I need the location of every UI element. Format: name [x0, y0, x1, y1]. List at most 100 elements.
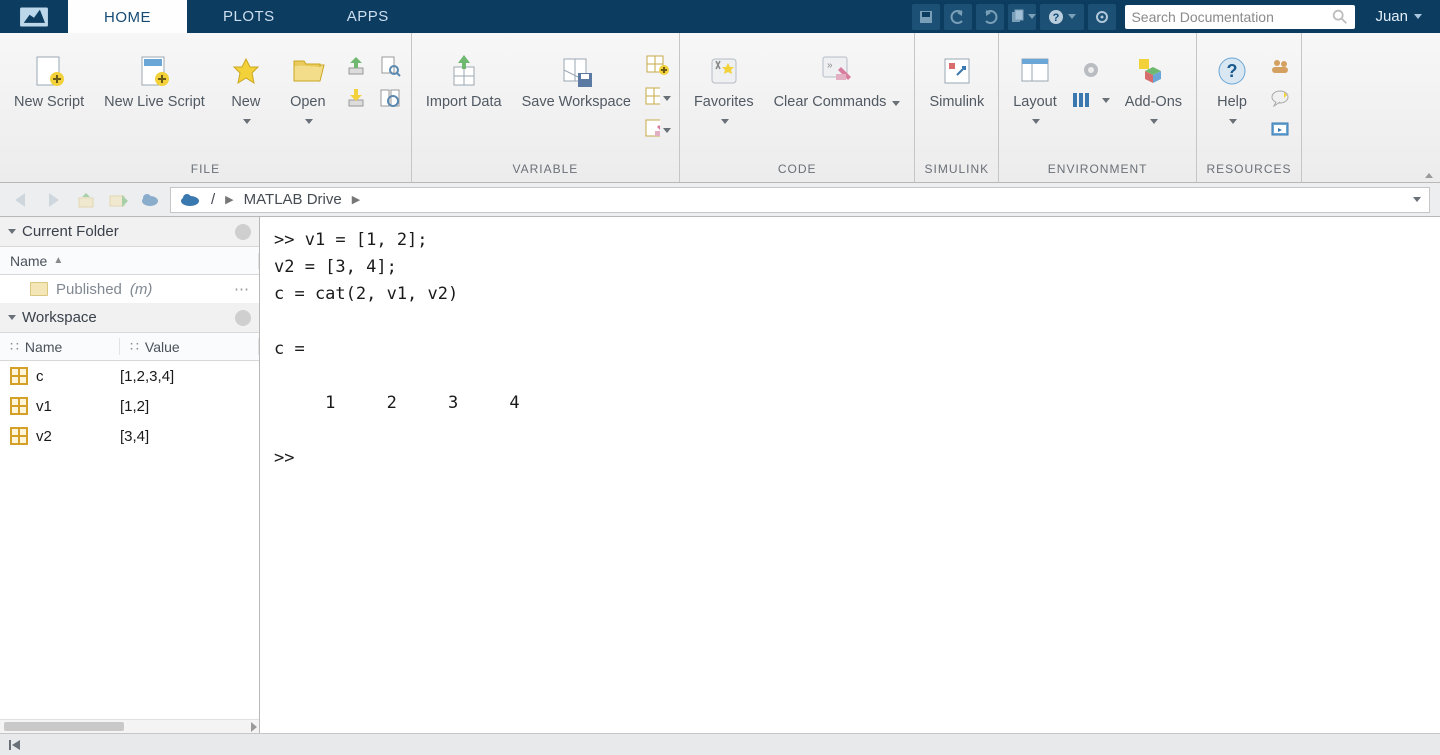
- clear-workspace-icon[interactable]: [645, 117, 671, 143]
- variable-icon: [10, 367, 28, 385]
- chevron-right-icon: ▶: [352, 193, 360, 206]
- open-button[interactable]: Open: [281, 43, 335, 131]
- download-icon[interactable]: [343, 85, 369, 111]
- nav-back-icon[interactable]: [10, 188, 34, 212]
- chevron-down-icon: [1032, 119, 1040, 124]
- clear-commands-button[interactable]: » Clear Commands: [768, 43, 907, 113]
- search-icon: [1331, 8, 1349, 26]
- command-line: 1 2 3 4: [274, 393, 520, 413]
- statusbar: [0, 733, 1440, 755]
- current-folder-title[interactable]: Current Folder: [0, 217, 259, 247]
- addons-icon: [1135, 53, 1171, 89]
- section-code: Favorites » Clear Commands CODE: [680, 33, 916, 182]
- preferences-icon[interactable]: [1071, 57, 1111, 83]
- copy-icon[interactable]: [1008, 4, 1036, 30]
- chevron-right-icon: ▶: [225, 193, 233, 206]
- toolstrip: New Script New Live Script New Open: [0, 33, 1440, 183]
- workspace-row[interactable]: v1 [1,2]: [0, 391, 259, 421]
- favorites-icon: [706, 53, 742, 89]
- matlab-logo: [0, 0, 68, 33]
- simulink-icon: [939, 53, 975, 89]
- section-variable: Import Data Save Workspace VARIABLE: [412, 33, 680, 182]
- compare-icon[interactable]: [377, 85, 403, 111]
- collapse-toolstrip-icon[interactable]: [1418, 33, 1440, 182]
- chevron-down-icon: [892, 101, 900, 106]
- section-label-resources: RESOURCES: [1205, 162, 1293, 182]
- breadcrumb[interactable]: / ▶ MATLAB Drive ▶: [170, 187, 1430, 213]
- horizontal-scrollbar[interactable]: [0, 719, 259, 733]
- new-button[interactable]: New: [219, 43, 273, 131]
- current-folder-header[interactable]: Name ▲: [0, 247, 259, 275]
- open-folder-icon: [290, 53, 326, 89]
- new-variable-icon[interactable]: [645, 53, 671, 79]
- layout-icon: [1017, 53, 1053, 89]
- command-line: >> v1 = [1, 2];: [274, 230, 428, 250]
- new-live-script-button[interactable]: New Live Script: [98, 43, 211, 113]
- simulink-button[interactable]: Simulink: [923, 43, 990, 113]
- workspace-row[interactable]: v2 [3,4]: [0, 421, 259, 451]
- nav-up-icon[interactable]: [74, 188, 98, 212]
- open-variable-icon[interactable]: [645, 85, 671, 111]
- search-box[interactable]: [1125, 5, 1355, 29]
- nav-cloud-icon[interactable]: [138, 188, 162, 212]
- save-workspace-button[interactable]: Save Workspace: [516, 43, 637, 113]
- address-bar: / ▶ MATLAB Drive ▶: [0, 183, 1440, 217]
- command-prompt: >>: [274, 448, 305, 468]
- workspace-row[interactable]: c [1,2,3,4]: [0, 361, 259, 391]
- nav-browse-icon[interactable]: [106, 188, 130, 212]
- request-support-icon[interactable]: [1267, 85, 1293, 111]
- user-menu[interactable]: Juan: [1369, 8, 1440, 25]
- clear-commands-icon: »: [819, 53, 855, 89]
- target-icon[interactable]: [1088, 4, 1116, 30]
- section-label-file: FILE: [8, 162, 403, 182]
- community-icon[interactable]: [1267, 53, 1293, 79]
- chevron-down-icon: [243, 119, 251, 124]
- folder-item[interactable]: Published (m) ⋯: [0, 275, 259, 303]
- upload-icon[interactable]: [343, 53, 369, 79]
- gear-icon[interactable]: [235, 224, 251, 240]
- parallel-icon[interactable]: [1071, 87, 1111, 113]
- favorites-button[interactable]: Favorites: [688, 43, 760, 131]
- goto-start-icon[interactable]: [8, 738, 22, 752]
- chevron-down-icon: [305, 119, 313, 124]
- help-button[interactable]: ? Help: [1205, 43, 1259, 131]
- tab-home[interactable]: HOME: [68, 0, 187, 33]
- search-input[interactable]: [1131, 9, 1331, 25]
- breadcrumb-item[interactable]: MATLAB Drive: [244, 191, 342, 208]
- learn-icon[interactable]: [1267, 117, 1293, 143]
- command-line: c =: [274, 339, 305, 359]
- chevron-down-icon: [663, 96, 671, 101]
- new-script-button[interactable]: New Script: [8, 43, 90, 113]
- save-workspace-icon: [558, 53, 594, 89]
- section-environment: Layout Add-Ons ENVIRONMENT: [999, 33, 1197, 182]
- find-files-icon[interactable]: [377, 53, 403, 79]
- section-label-variable: VARIABLE: [420, 162, 671, 182]
- import-data-button[interactable]: Import Data: [420, 43, 508, 113]
- new-script-icon: [31, 53, 67, 89]
- section-label-simulink: SIMULINK: [923, 162, 990, 182]
- quick-access-toolbar: ?: [911, 4, 1117, 30]
- section-label-environment: ENVIRONMENT: [1007, 162, 1188, 182]
- section-label-code: CODE: [688, 162, 907, 182]
- help-dropdown-icon[interactable]: ?: [1040, 4, 1084, 30]
- command-window[interactable]: >> v1 = [1, 2]; v2 = [3, 4]; c = cat(2, …: [260, 217, 1440, 733]
- undo-icon[interactable]: [944, 4, 972, 30]
- new-plus-icon: [228, 53, 264, 89]
- tab-plots[interactable]: PLOTS: [187, 0, 311, 33]
- folder-icon: [30, 282, 48, 296]
- gear-icon[interactable]: [235, 310, 251, 326]
- workspace-title[interactable]: Workspace: [0, 303, 259, 333]
- side-panel: Current Folder Name ▲ Published (m) ⋯ Wo…: [0, 217, 260, 733]
- redo-icon[interactable]: [976, 4, 1004, 30]
- chevron-down-icon: [663, 128, 671, 133]
- chevron-down-icon: [1229, 119, 1237, 124]
- tab-apps[interactable]: APPS: [311, 0, 425, 33]
- variable-icon: [10, 427, 28, 445]
- svg-text:»: »: [827, 60, 833, 71]
- save-icon[interactable]: [912, 4, 940, 30]
- addons-button[interactable]: Add-Ons: [1119, 43, 1188, 131]
- workspace-header[interactable]: ∷ Name ∷ Value: [0, 333, 259, 361]
- nav-forward-icon[interactable]: [42, 188, 66, 212]
- chevron-down-icon[interactable]: [1413, 197, 1421, 202]
- layout-button[interactable]: Layout: [1007, 43, 1063, 131]
